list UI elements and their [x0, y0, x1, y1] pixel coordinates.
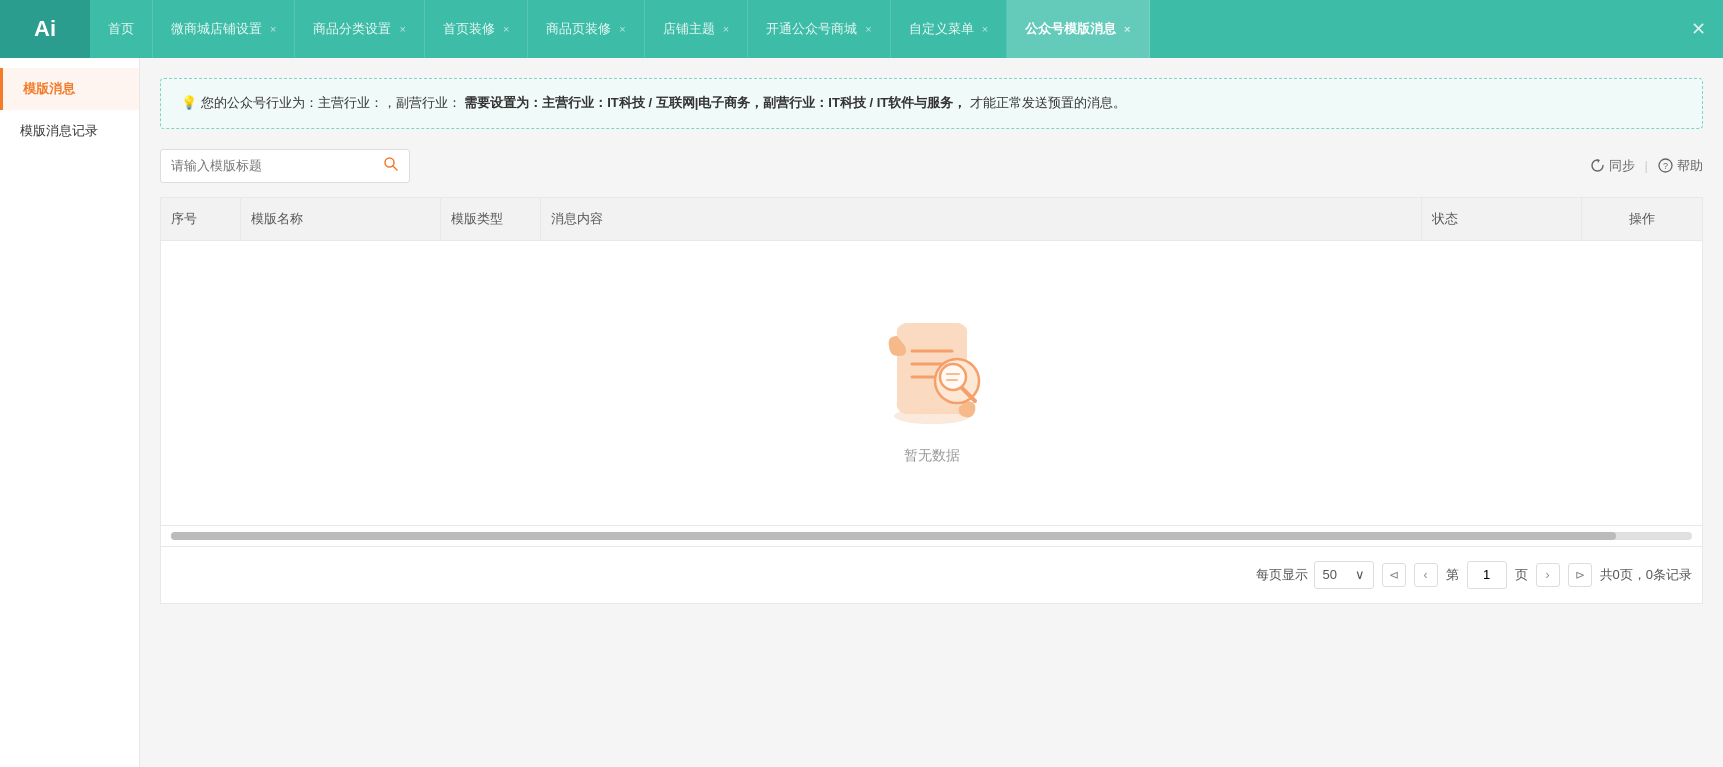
page-number-input[interactable] [1467, 561, 1507, 589]
th-seq: 序号 [161, 198, 241, 240]
empty-illustration [867, 301, 997, 431]
alert-box: 💡 您的公众号行业为：主营行业：，副营行业： 需要设置为：主营行业：IT科技 /… [160, 78, 1703, 129]
empty-state: 暂无数据 [160, 241, 1703, 526]
sidebar-item-template[interactable]: 模版消息 [0, 68, 139, 110]
logo-text: Ai [34, 16, 56, 42]
empty-text: 暂无数据 [904, 447, 960, 465]
page-label-before: 第 [1446, 566, 1459, 584]
first-page-button[interactable]: ⊲ [1382, 563, 1406, 587]
content-area: 💡 您的公众号行业为：主营行业：，副营行业： 需要设置为：主营行业：IT科技 /… [140, 58, 1723, 767]
pagination: 每页显示 50 ∨ ⊲ ‹ 第 页 › [160, 547, 1703, 604]
scroll-thumb[interactable] [171, 532, 1616, 540]
search-input[interactable] [171, 158, 383, 173]
per-page-label: 每页显示 [1256, 566, 1308, 584]
prev-page-icon: ‹ [1424, 568, 1428, 582]
svg-line-1 [393, 166, 397, 170]
alert-highlight: 需要设置为：主营行业：IT科技 / 互联网|电子商务，副营行业：IT科技 / I… [464, 95, 966, 110]
table-header: 序号 模版名称 模版类型 消息内容 状态 操作 [160, 197, 1703, 241]
page-label-after: 页 [1515, 566, 1528, 584]
scroll-track[interactable] [171, 532, 1692, 540]
per-page-select[interactable]: 50 ∨ [1314, 561, 1374, 589]
close-tab-category-icon[interactable]: × [399, 23, 405, 35]
total-info: 共0页，0条记录 [1600, 566, 1692, 584]
sync-label: 同步 [1609, 157, 1635, 175]
close-tab-wshop-icon[interactable]: × [270, 23, 276, 35]
nav-tab-mall[interactable]: 开通公众号商城 × [748, 0, 890, 58]
alert-prefix: 您的公众号行业为：主营行业：，副营行业： [201, 95, 461, 110]
toolbar-divider: | [1645, 158, 1648, 173]
main-layout: 模版消息模版消息记录 💡 您的公众号行业为：主营行业：，副营行业： 需要设置为：… [0, 58, 1723, 767]
search-bar: 同步 | ? 帮助 [160, 149, 1703, 183]
search-button[interactable] [383, 156, 399, 176]
sync-icon [1590, 158, 1605, 173]
sidebar: 模版消息模版消息记录 [0, 58, 140, 767]
close-tab-custommenu-icon[interactable]: × [982, 23, 988, 35]
next-page-icon: › [1546, 568, 1550, 582]
nav-tab-home[interactable]: 首页 [90, 0, 153, 58]
prev-page-button[interactable]: ‹ [1414, 563, 1438, 587]
nav-tab-custommenu[interactable]: 自定义菜单 × [891, 0, 1007, 58]
top-nav: Ai 首页微商城店铺设置 ×商品分类设置 ×首页装修 ×商品页装修 ×店铺主题 … [0, 0, 1723, 58]
sidebar-item-record[interactable]: 模版消息记录 [0, 110, 139, 152]
help-icon: ? [1658, 158, 1673, 173]
nav-tab-templatemsg[interactable]: 公众号模版消息 × [1007, 0, 1149, 58]
nav-tab-homepage[interactable]: 首页装修 × [425, 0, 528, 58]
search-input-wrap [160, 149, 410, 183]
nav-tab-productpage[interactable]: 商品页装修 × [528, 0, 644, 58]
alert-icon: 💡 [181, 95, 197, 110]
toolbar-right: 同步 | ? 帮助 [1590, 157, 1703, 175]
th-action: 操作 [1582, 198, 1702, 240]
close-tab-productpage-icon[interactable]: × [619, 23, 625, 35]
nav-tab-wshop[interactable]: 微商城店铺设置 × [153, 0, 295, 58]
close-tab-mall-icon[interactable]: × [865, 23, 871, 35]
page-select-wrap: 每页显示 50 ∨ [1256, 561, 1374, 589]
close-tab-templatemsg-icon[interactable]: × [1124, 23, 1130, 35]
th-status: 状态 [1422, 198, 1582, 240]
alert-suffix: 才能正常发送预置的消息。 [970, 95, 1126, 110]
search-icon [383, 156, 399, 172]
sync-button[interactable]: 同步 [1590, 157, 1635, 175]
per-page-value: 50 [1323, 567, 1337, 582]
help-label: 帮助 [1677, 157, 1703, 175]
chevron-down-icon: ∨ [1355, 567, 1365, 582]
logo: Ai [0, 0, 90, 58]
nav-tab-theme[interactable]: 店铺主题 × [645, 0, 748, 58]
scroll-bar-wrap [160, 526, 1703, 547]
th-type: 模版类型 [441, 198, 541, 240]
th-content: 消息内容 [541, 198, 1422, 240]
nav-tab-category[interactable]: 商品分类设置 × [295, 0, 424, 58]
last-page-icon: ⊳ [1575, 568, 1585, 582]
table-wrap: 序号 模版名称 模版类型 消息内容 状态 操作 [160, 197, 1703, 604]
last-page-button[interactable]: ⊳ [1568, 563, 1592, 587]
close-tab-homepage-icon[interactable]: × [503, 23, 509, 35]
help-button[interactable]: ? 帮助 [1658, 157, 1703, 175]
svg-text:?: ? [1663, 161, 1668, 171]
close-tab-theme-icon[interactable]: × [723, 23, 729, 35]
nav-tabs: 首页微商城店铺设置 ×商品分类设置 ×首页装修 ×商品页装修 ×店铺主题 ×开通… [90, 0, 1673, 58]
next-page-button[interactable]: › [1536, 563, 1560, 587]
close-all-button[interactable]: ✕ [1673, 0, 1723, 58]
th-name: 模版名称 [241, 198, 441, 240]
first-page-icon: ⊲ [1389, 568, 1399, 582]
